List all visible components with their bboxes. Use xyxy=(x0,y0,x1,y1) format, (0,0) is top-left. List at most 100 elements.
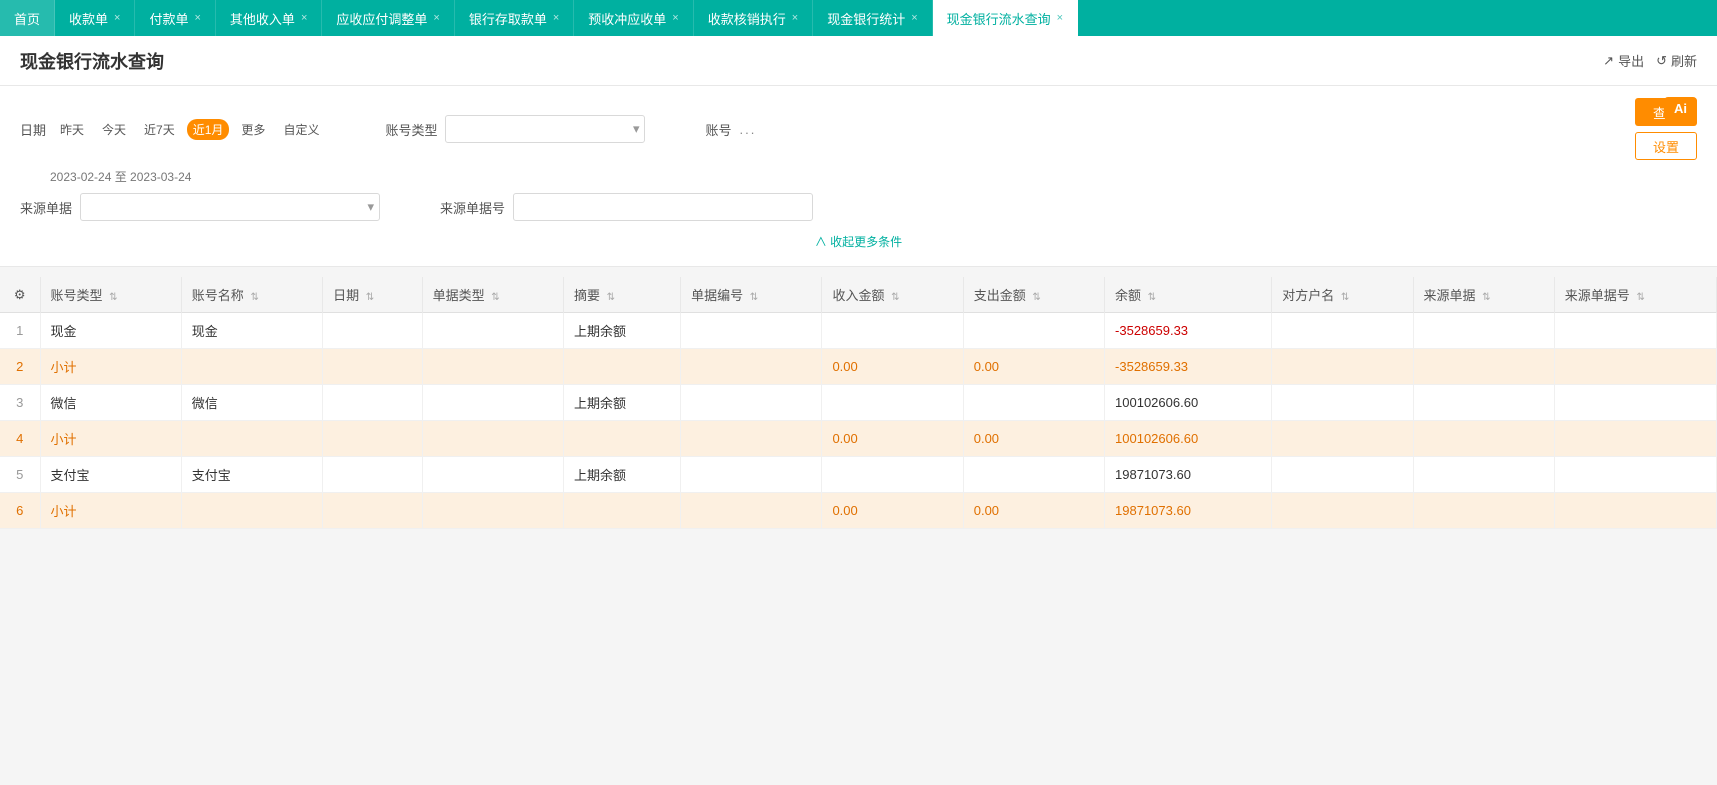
page-title: 现金银行流水查询 xyxy=(20,48,164,74)
cell-account-type: 小计 xyxy=(40,493,181,529)
col-expense[interactable]: 支出金额 ⇅ xyxy=(963,277,1104,313)
col-date[interactable]: 日期 ⇅ xyxy=(323,277,423,313)
source-doc-no-input[interactable] xyxy=(513,193,813,221)
table-row[interactable]: 5 支付宝 支付宝 上期余额 19871073.60 xyxy=(0,457,1717,493)
table-row[interactable]: 1 现金 现金 上期余额 -3528659.33 xyxy=(0,313,1717,349)
refresh-button[interactable]: ↺ 刷新 xyxy=(1656,51,1697,70)
nav-bank-deposit[interactable]: 银行存取款单 × xyxy=(455,0,574,36)
sort-balance-icon: ⇅ xyxy=(1148,292,1156,303)
nav-advance-recv-label: 预收冲应收单 xyxy=(588,9,666,28)
shortcut-custom[interactable]: 自定义 xyxy=(277,119,325,140)
nav-ar-ap-label: 应收应付调整单 xyxy=(336,9,427,28)
nav-other-income[interactable]: 其他收入单 × xyxy=(216,0,322,36)
nav-other-income-close[interactable]: × xyxy=(301,12,307,24)
shortcut-7days[interactable]: 近7天 xyxy=(138,119,181,140)
account-type-select[interactable] xyxy=(445,115,645,143)
col-source-doc-no[interactable]: 来源单据号 ⇅ xyxy=(1554,277,1716,313)
cell-doc-no xyxy=(681,385,822,421)
nav-bank-deposit-close[interactable]: × xyxy=(553,12,559,24)
settings-button[interactable]: 设置 xyxy=(1635,132,1697,160)
cell-summary: 上期余额 xyxy=(563,313,680,349)
cell-expense: 0.00 xyxy=(963,421,1104,457)
nav-receipt-close[interactable]: × xyxy=(114,12,120,24)
cell-source-doc xyxy=(1413,457,1554,493)
col-income[interactable]: 收入金额 ⇅ xyxy=(822,277,963,313)
collapse-bar[interactable]: ∧ 收起更多条件 xyxy=(20,229,1697,254)
source-doc-label: 来源单据 xyxy=(20,198,72,217)
col-account-name[interactable]: 账号名称 ⇅ xyxy=(181,277,322,313)
nav-recv-exec-close[interactable]: × xyxy=(792,12,798,24)
nav-advance-recv[interactable]: 预收冲应收单 × xyxy=(574,0,693,36)
col-settings[interactable]: ⚙ xyxy=(0,277,40,313)
nav-ar-ap-adjust[interactable]: 应收应付调整单 × xyxy=(322,0,454,36)
cell-income xyxy=(822,457,963,493)
table-row[interactable]: 4 小计 0.00 0.00 100102606.60 xyxy=(0,421,1717,457)
nav-ar-ap-close[interactable]: × xyxy=(433,12,439,24)
cell-source-doc-no xyxy=(1554,421,1716,457)
ai-label: Ai xyxy=(1674,101,1687,116)
cell-source-doc-no xyxy=(1554,349,1716,385)
cell-source-doc xyxy=(1413,349,1554,385)
collapse-up-icon: ∧ xyxy=(815,235,827,249)
table-area: ⚙ 账号类型 ⇅ 账号名称 ⇅ 日期 ⇅ 单据类型 ⇅ 摘 xyxy=(0,277,1717,529)
date-range-text: 2023-02-24 至 2023-03-24 xyxy=(50,170,191,184)
cell-num: 6 xyxy=(0,493,40,529)
col-counterpart[interactable]: 对方户名 ⇅ xyxy=(1272,277,1413,313)
cell-num: 5 xyxy=(0,457,40,493)
cell-source-doc-no xyxy=(1554,493,1716,529)
collapse-label: 收起更多条件 xyxy=(830,235,902,249)
date-range-display: 2023-02-24 至 2023-03-24 xyxy=(50,168,1697,185)
cell-source-doc xyxy=(1413,385,1554,421)
col-balance[interactable]: 余额 ⇅ xyxy=(1105,277,1272,313)
refresh-icon: ↺ xyxy=(1656,53,1667,69)
cell-date xyxy=(323,385,423,421)
nav-cash-stats[interactable]: 现金银行统计 × xyxy=(813,0,932,36)
cell-doc-no xyxy=(681,493,822,529)
account-type-label: 账号类型 xyxy=(385,120,437,139)
nav-cash-flow[interactable]: 现金银行流水查询 × xyxy=(933,0,1078,36)
sort-expense-icon: ⇅ xyxy=(1032,292,1040,303)
cell-summary xyxy=(563,493,680,529)
cell-expense xyxy=(963,385,1104,421)
shortcut-today[interactable]: 今天 xyxy=(96,119,132,140)
col-doc-no[interactable]: 单据编号 ⇅ xyxy=(681,277,822,313)
cell-counterpart xyxy=(1272,457,1413,493)
nav-payment[interactable]: 付款单 × xyxy=(135,0,215,36)
col-summary[interactable]: 摘要 ⇅ xyxy=(563,277,680,313)
date-filter-group: 日期 昨天 今天 近7天 近1月 更多 自定义 xyxy=(20,119,325,140)
nav-home[interactable]: 首页 xyxy=(0,0,55,36)
cell-source-doc-no xyxy=(1554,313,1716,349)
account-type-select-wrapper: ▾ xyxy=(445,115,645,143)
shortcut-1month[interactable]: 近1月 xyxy=(187,119,230,140)
source-doc-select[interactable] xyxy=(80,193,380,221)
nav-cash-stats-close[interactable]: × xyxy=(911,12,917,24)
nav-other-income-label: 其他收入单 xyxy=(230,9,295,28)
col-source-doc[interactable]: 来源单据 ⇅ xyxy=(1413,277,1554,313)
col-doc-type[interactable]: 单据类型 ⇅ xyxy=(422,277,563,313)
table-row[interactable]: 2 小计 0.00 0.00 -3528659.33 xyxy=(0,349,1717,385)
nav-advance-recv-close[interactable]: × xyxy=(672,12,678,24)
ai-badge[interactable]: Ai xyxy=(1664,97,1697,120)
col-account-type[interactable]: 账号类型 ⇅ xyxy=(40,277,181,313)
cell-account-type: 支付宝 xyxy=(40,457,181,493)
table-row[interactable]: 3 微信 微信 上期余额 100102606.60 xyxy=(0,385,1717,421)
sort-source-doc-icon: ⇅ xyxy=(1482,292,1490,303)
export-button[interactable]: ↗ 导出 xyxy=(1603,51,1644,70)
shortcut-more[interactable]: 更多 xyxy=(235,119,271,140)
data-table: ⚙ 账号类型 ⇅ 账号名称 ⇅ 日期 ⇅ 单据类型 ⇅ 摘 xyxy=(0,277,1717,529)
nav-receipt[interactable]: 收款单 × xyxy=(55,0,135,36)
cell-summary: 上期余额 xyxy=(563,457,680,493)
nav-payment-close[interactable]: × xyxy=(194,12,200,24)
nav-recv-exec-label: 收款核销执行 xyxy=(708,9,786,28)
nav-cash-flow-close[interactable]: × xyxy=(1057,12,1063,24)
cell-income xyxy=(822,313,963,349)
sort-account-type-icon: ⇅ xyxy=(109,292,117,303)
cell-doc-type xyxy=(422,313,563,349)
cell-expense: 0.00 xyxy=(963,349,1104,385)
nav-recv-exec[interactable]: 收款核销执行 × xyxy=(694,0,813,36)
account-no-more-dots[interactable]: ... xyxy=(739,122,756,137)
cell-account-name xyxy=(181,493,322,529)
table-row[interactable]: 6 小计 0.00 0.00 19871073.60 xyxy=(0,493,1717,529)
cell-doc-type xyxy=(422,385,563,421)
shortcut-yesterday[interactable]: 昨天 xyxy=(54,119,90,140)
